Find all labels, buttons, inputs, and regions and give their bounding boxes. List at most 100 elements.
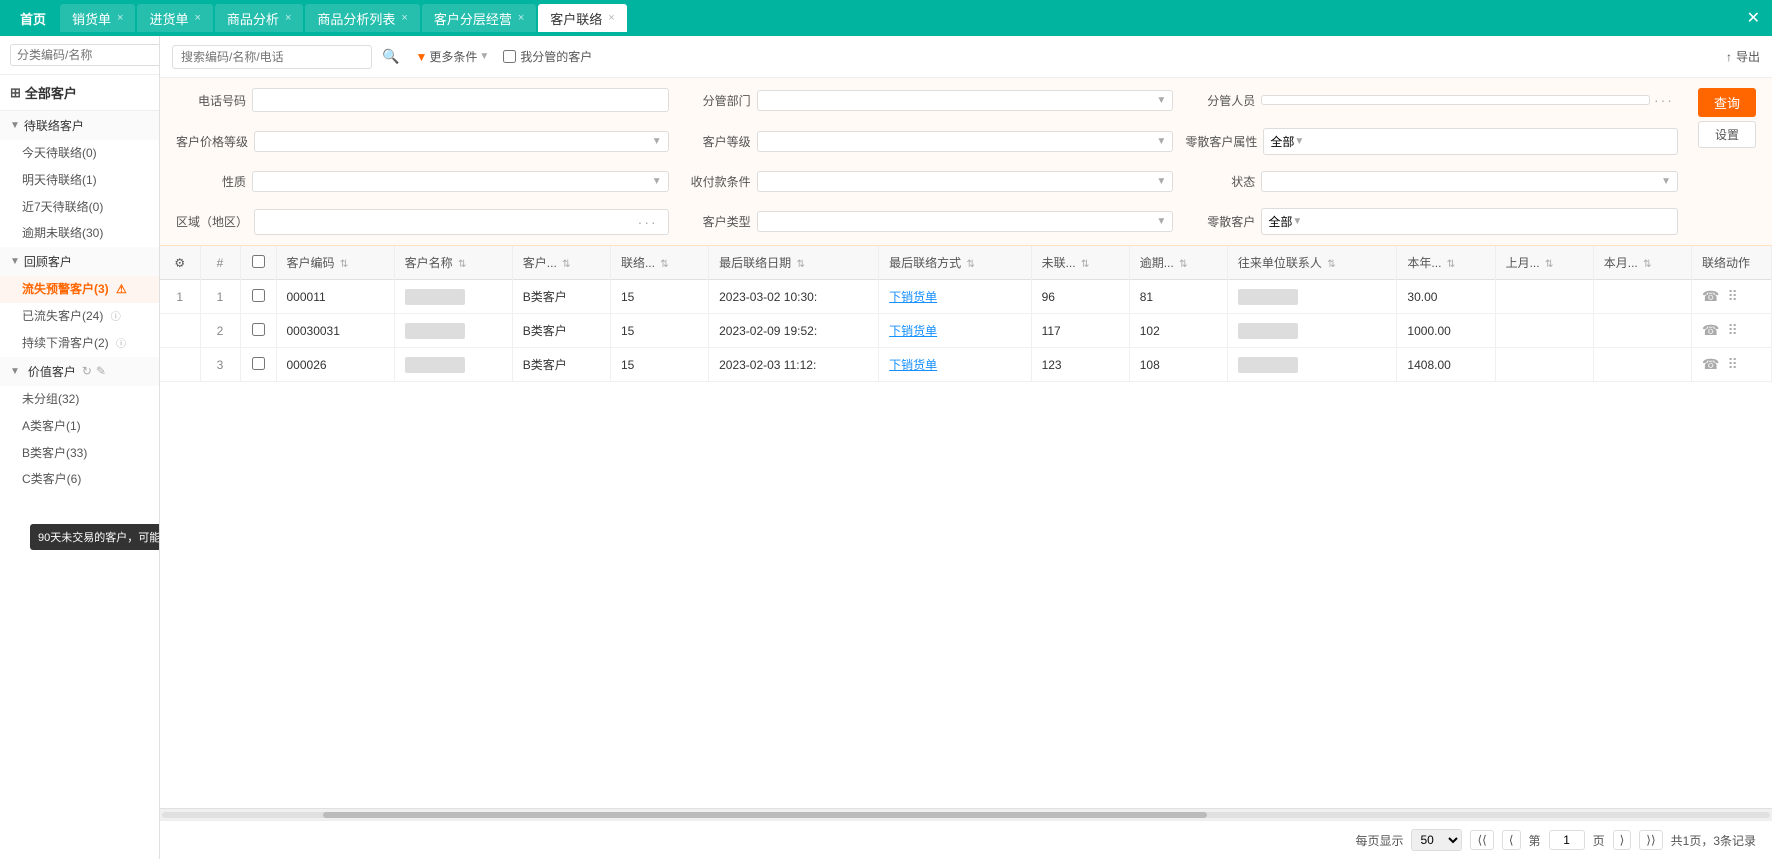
row1-check[interactable] [240,280,276,314]
status-select[interactable]: ▼ [1261,171,1678,192]
th-name[interactable]: 客户名称 ⇅ [394,246,512,280]
sidebar-item-churn-warning[interactable]: 流失预警客户(3) ⚠ [0,276,159,303]
th-settings[interactable]: ⚙ [160,246,200,280]
th-contacts[interactable]: 联络... ⇅ [610,246,708,280]
first-page-button[interactable]: ⟨⟨ [1470,830,1493,850]
zero-retail-select[interactable]: 全部 ▼ [1261,208,1678,235]
my-customers-checkbox[interactable] [503,50,516,63]
th-uncontacted[interactable]: 未联... ⇅ [1031,246,1129,280]
sidebar-item-class-c[interactable]: C类客户(6) [0,466,159,493]
tab-sales[interactable]: 销货单 × [60,4,135,32]
next-page-button[interactable]: ⟩ [1613,830,1632,850]
th-this-month[interactable]: 本月... ⇅ [1593,246,1691,280]
sidebar: 🔍 « ⊞ 全部客户 ▼ 待联络客户 今天待联络(0) 明天待联络(1) 近7天… [0,36,160,859]
th-unit-contact[interactable]: 往来单位联系人 ⇅ [1227,246,1397,280]
row2-check[interactable] [240,314,276,348]
close-window-button[interactable]: ✕ [1743,4,1764,32]
manager-select[interactable] [1261,95,1650,105]
phone-input[interactable] [252,88,669,112]
region-dots[interactable]: ··· [634,214,662,230]
export-button[interactable]: ↑ 导出 [1726,48,1760,65]
filter-search-input[interactable] [172,45,372,69]
row1-last-method[interactable]: 下销货单 [879,280,1031,314]
row2-num [160,314,200,348]
th-last-contact-date[interactable]: 最后联络日期 ⇅ [709,246,879,280]
region-select[interactable]: ··· [254,209,669,235]
filter-more-button[interactable]: ▼ 更多条件 ▼ [409,44,495,69]
settings-button[interactable]: 设置 [1698,121,1756,148]
sidebar-item-class-a[interactable]: A类客户(1) [0,413,159,440]
manager-dots[interactable]: ··· [1650,92,1678,108]
sidebar-item-declining[interactable]: 持续下滑客户(2) ⓘ [0,330,159,357]
tab-customer-segment-close[interactable]: × [518,12,524,24]
row3-check[interactable] [240,348,276,382]
row2-more-icon[interactable]: ⠿ [1727,322,1737,339]
edit-icon[interactable]: ✎ [96,364,106,378]
sidebar-group-value-title[interactable]: ▼ 价值客户 ↻ ✎ [0,357,159,386]
row3-more-icon[interactable]: ⠿ [1727,356,1737,373]
my-customers-checkbox-label[interactable]: 我分管的客户 [503,48,592,65]
sort-icon-name: ⇅ [458,259,466,270]
sidebar-item-today-pending[interactable]: 今天待联络(0) [0,140,159,167]
row3-contact-icon[interactable]: ☎ [1702,356,1719,373]
sidebar-group-pending-title[interactable]: ▼ 待联络客户 [0,111,159,140]
th-code[interactable]: 客户编码 ⇅ [276,246,394,280]
row2-contact-icon[interactable]: ☎ [1702,322,1719,339]
row2-method-link[interactable]: 下销货单 [889,324,937,338]
select-all-checkbox[interactable] [252,255,265,268]
price-level-select[interactable]: ▼ [254,131,669,152]
tab-purchase[interactable]: 进货单 × [137,4,212,32]
tab-analysis-list-close[interactable]: × [401,12,407,24]
th-this-year[interactable]: 本年... ⇅ [1397,246,1495,280]
refresh-icon[interactable]: ↻ [82,364,92,378]
horizontal-scrollbar[interactable] [160,808,1772,820]
th-last-contact-method[interactable]: 最后联络方式 ⇅ [879,246,1031,280]
sidebar-group-lost-title[interactable]: ▼ 回顾客户 [0,247,159,276]
filter-search-button[interactable]: 🔍 [380,46,401,67]
th-overdue[interactable]: 逾期... ⇅ [1129,246,1227,280]
row1-contacts: 15 [610,280,708,314]
sidebar-item-already-lost[interactable]: 已流失客户(24) ⓘ [0,303,159,330]
tab-customer-segment[interactable]: 客户分层经营 × [422,4,536,32]
query-button[interactable]: 查询 [1698,88,1756,117]
row1-method-link[interactable]: 下销货单 [889,290,937,304]
sidebar-item-overdue-pending[interactable]: 逾期未联络(30) [0,220,159,247]
tab-purchase-close[interactable]: × [194,12,200,24]
page-input[interactable] [1549,830,1585,850]
payment-select[interactable]: ▼ [757,171,1174,192]
sidebar-item-class-b[interactable]: B类客户(33) [0,440,159,467]
tab-home[interactable]: 首页 [8,4,58,32]
sidebar-item-ungroup[interactable]: 未分组(32) [0,386,159,413]
tab-customer-link-close[interactable]: × [608,12,614,24]
row1-contact-icon[interactable]: ☎ [1702,288,1719,305]
last-page-button[interactable]: ⟩⟩ [1639,830,1662,850]
zero-retail-attr-select[interactable]: 全部 ▼ [1263,128,1678,155]
customer-level-select[interactable]: ▼ [757,131,1174,152]
table-body: 1 1 000011 ██████ B类客户 15 2023-03-02 10:… [160,280,1772,382]
sidebar-item-tomorrow-pending[interactable]: 明天待联络(1) [0,167,159,194]
row3-name: ██████ [394,348,512,382]
nature-select[interactable]: ▼ [252,171,669,192]
tab-analysis-list[interactable]: 商品分析列表 × [305,4,419,32]
row1-more-icon[interactable]: ⠿ [1727,288,1737,305]
tab-analysis-close[interactable]: × [285,12,291,24]
tab-customer-link[interactable]: 客户联络 × [538,4,626,32]
customer-type-select[interactable]: ▼ [757,211,1174,232]
row3-last-method[interactable]: 下销货单 [879,348,1031,382]
sidebar-all-customers[interactable]: ⊞ 全部客户 [0,75,159,111]
dept-select[interactable]: ▼ [757,90,1174,111]
th-last-month[interactable]: 上月... ⇅ [1495,246,1593,280]
per-page-select[interactable]: 50 100 200 [1411,829,1462,851]
row3-method-link[interactable]: 下销货单 [889,358,937,372]
th-check[interactable] [240,246,276,280]
th-type[interactable]: 客户... ⇅ [512,246,610,280]
row1-this-year: 30.00 [1397,280,1495,314]
sidebar-search-input[interactable] [10,44,160,66]
tab-sales-close[interactable]: × [117,12,123,24]
sort-icon-unc: ⇅ [1081,259,1089,270]
payment-label: 收付款条件 [681,173,751,190]
prev-page-button[interactable]: ⟨ [1502,830,1521,850]
row2-last-method[interactable]: 下销货单 [879,314,1031,348]
sidebar-item-week-pending[interactable]: 近7天待联络(0) [0,194,159,221]
tab-analysis[interactable]: 商品分析 × [215,4,303,32]
